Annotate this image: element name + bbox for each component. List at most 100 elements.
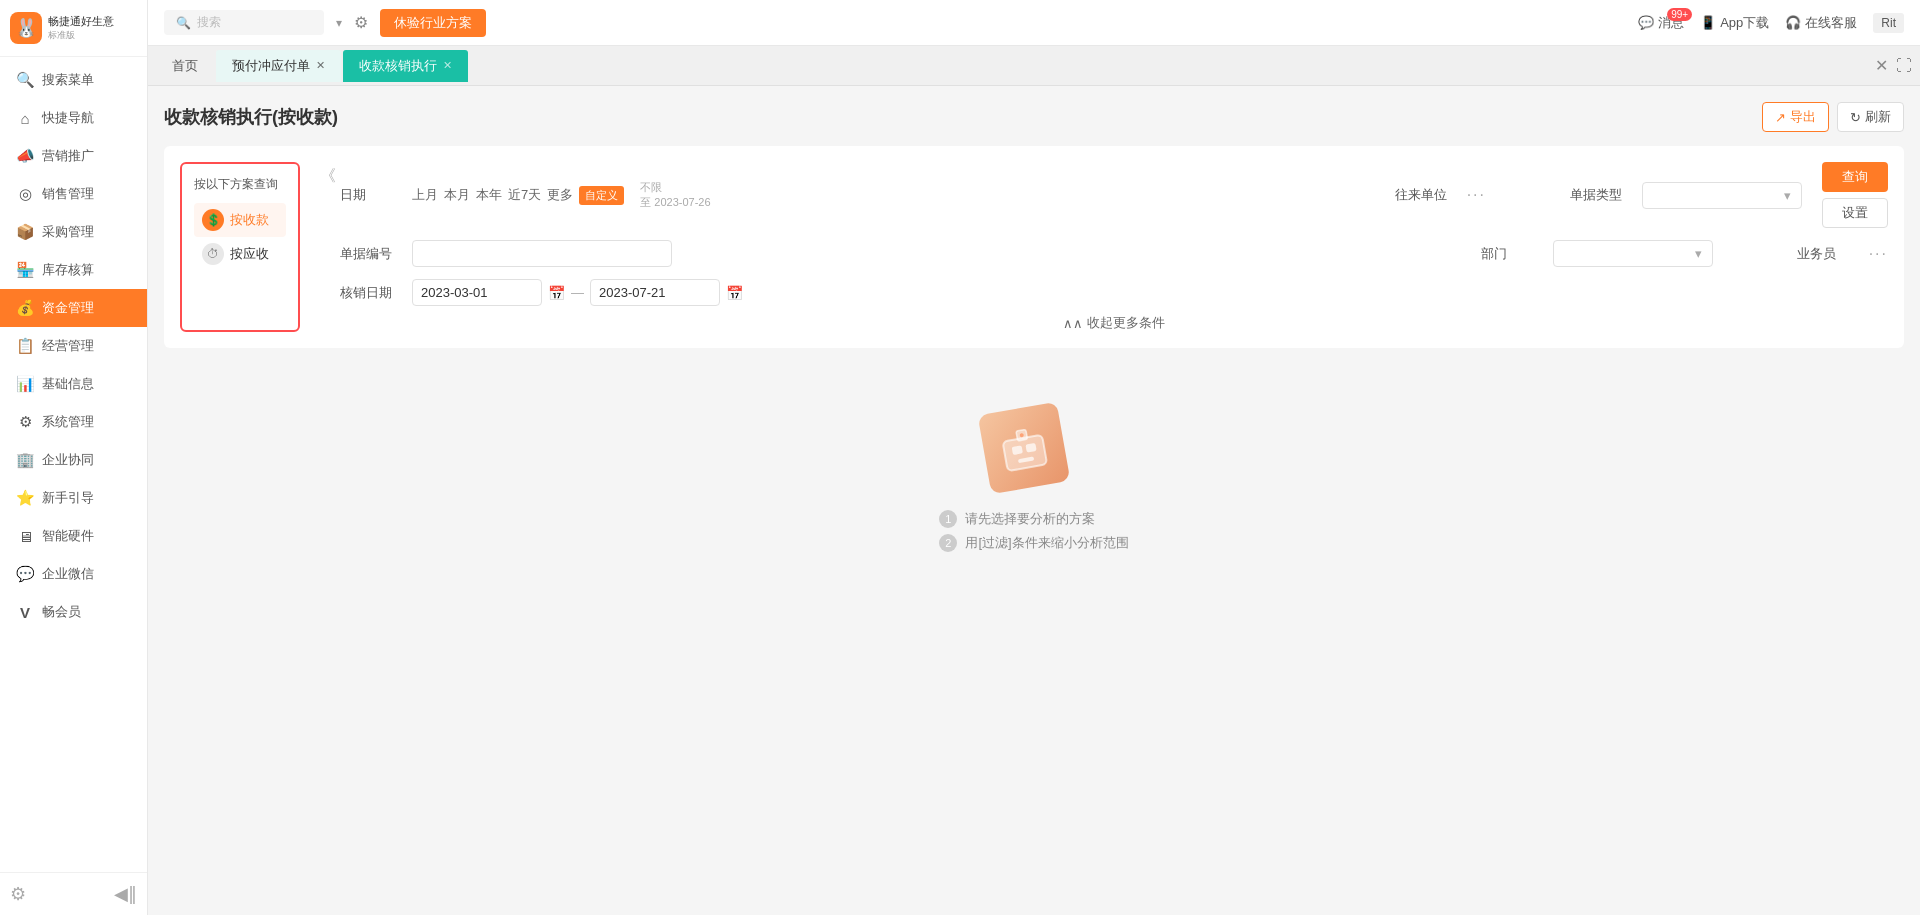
counterparty-label: 往来单位 bbox=[1395, 186, 1455, 204]
system-icon: ⚙ bbox=[16, 413, 34, 431]
user-badge[interactable]: Rit bbox=[1873, 13, 1904, 33]
service-btn[interactable]: 🎧 在线客服 bbox=[1785, 14, 1857, 32]
home-icon: ⌂ bbox=[16, 110, 34, 127]
counterparty-input[interactable]: ··· bbox=[1467, 186, 1486, 204]
date-custom[interactable]: 自定义 bbox=[579, 186, 624, 205]
marketing-icon: 📣 bbox=[16, 147, 34, 165]
dept-select[interactable]: ▾ bbox=[1553, 240, 1713, 267]
sidebar-item-system[interactable]: ⚙ 系统管理 bbox=[0, 403, 147, 441]
app-download-btn[interactable]: 📱 App下载 bbox=[1700, 14, 1769, 32]
verify-end-input[interactable] bbox=[590, 279, 720, 306]
search-box[interactable]: 🔍 搜索 bbox=[164, 10, 324, 35]
filter-method-title: 按以下方案查询 bbox=[194, 176, 286, 193]
receipt-icon: 💲 bbox=[202, 209, 224, 231]
filter-row-1: 日期 上月 本月 本年 近7天 更多 自定义 不限 至 2023-07-26 bbox=[340, 162, 1888, 228]
topbar-chevron-icon[interactable]: ▾ bbox=[336, 16, 342, 30]
filter-method-selector: 按以下方案查询 💲 按收款 ⏱ 按应收 bbox=[180, 162, 300, 332]
filter-collapse-btn[interactable]: 《 bbox=[316, 162, 340, 191]
staff-label: 业务员 bbox=[1797, 245, 1857, 263]
sidebar-item-member[interactable]: V 畅会员 bbox=[0, 593, 147, 631]
service-icon: 🎧 bbox=[1785, 15, 1801, 30]
tab-prepay-close[interactable]: ✕ bbox=[316, 59, 325, 72]
tab-prepay[interactable]: 预付冲应付单 ✕ bbox=[216, 50, 341, 82]
export-btn[interactable]: ↗ 导出 bbox=[1762, 102, 1829, 132]
query-btn[interactable]: 查询 bbox=[1822, 162, 1888, 192]
sidebar-item-purchase[interactable]: 📦 采购管理 bbox=[0, 213, 147, 251]
tabs-actions: ✕ ⛶ bbox=[1875, 56, 1912, 75]
logo-area: 🐰 畅捷通好生意 标准版 bbox=[0, 0, 147, 57]
inventory-icon: 🏪 bbox=[16, 261, 34, 279]
export-icon: ↗ bbox=[1775, 110, 1786, 125]
sales-icon: ◎ bbox=[16, 185, 34, 203]
tab-maximize-btn[interactable]: ⛶ bbox=[1896, 56, 1912, 75]
verify-start-input[interactable] bbox=[412, 279, 542, 306]
date-last-7days[interactable]: 近7天 bbox=[508, 186, 541, 204]
purchase-icon: 📦 bbox=[16, 223, 34, 241]
filter-row-2: 单据编号 部门 ▾ 业务员 ··· bbox=[340, 240, 1888, 267]
calendar-start-icon[interactable]: 📅 bbox=[548, 285, 565, 301]
sidebar-bottom: ⚙ ◀‖ bbox=[0, 872, 147, 915]
query-buttons: 查询 设置 bbox=[1822, 162, 1888, 228]
settings-bottom-icon[interactable]: ⚙ bbox=[10, 883, 26, 905]
staff-input[interactable]: ··· bbox=[1869, 245, 1888, 263]
sidebar-item-marketing[interactable]: 📣 营销推广 bbox=[0, 137, 147, 175]
topbar: 🔍 搜索 ▾ ⚙ 休验行业方案 💬 消息 99+ 📱 App下载 🎧 在线客服 … bbox=[148, 0, 1920, 46]
main-area: 🔍 搜索 ▾ ⚙ 休验行业方案 💬 消息 99+ 📱 App下载 🎧 在线客服 … bbox=[148, 0, 1920, 915]
sidebar-item-guide[interactable]: ⭐ 新手引导 bbox=[0, 479, 147, 517]
tab-close-window-btn[interactable]: ✕ bbox=[1875, 56, 1888, 75]
filter-rows: 日期 上月 本月 本年 近7天 更多 自定义 不限 至 2023-07-26 bbox=[340, 162, 1888, 306]
msg-btn[interactable]: 💬 消息 99+ bbox=[1638, 14, 1684, 32]
hardware-icon: 🖥 bbox=[16, 528, 34, 545]
date-label: 日期 bbox=[340, 186, 400, 204]
msg-icon: 💬 bbox=[1638, 15, 1654, 30]
topbar-gear-icon[interactable]: ⚙ bbox=[354, 13, 368, 32]
empty-hint-2: 2 用[过滤]条件来缩小分析范围 bbox=[939, 534, 1128, 552]
filter-by-receipt[interactable]: 💲 按收款 bbox=[194, 203, 286, 237]
collapse-more-btn[interactable]: ∧∧ 收起更多条件 bbox=[340, 306, 1888, 332]
doc-type-select[interactable]: ▾ bbox=[1642, 182, 1802, 209]
refresh-btn[interactable]: ↻ 刷新 bbox=[1837, 102, 1904, 132]
sidebar-item-basics[interactable]: 📊 基础信息 bbox=[0, 365, 147, 403]
empty-cube-icon bbox=[978, 402, 1071, 495]
enterprise-icon: 🏢 bbox=[16, 451, 34, 469]
sidebar-item-enterprise[interactable]: 🏢 企业协同 bbox=[0, 441, 147, 479]
sidebar-item-search[interactable]: 🔍 搜索菜单 bbox=[0, 61, 147, 99]
finance-icon: 💰 bbox=[16, 299, 34, 317]
industry-btn[interactable]: 休验行业方案 bbox=[380, 9, 486, 37]
calendar-end-icon[interactable]: 📅 bbox=[726, 285, 743, 301]
guide-icon: ⭐ bbox=[16, 489, 34, 507]
sidebar-item-sales[interactable]: ◎ 销售管理 bbox=[0, 175, 147, 213]
tab-receipt[interactable]: 收款核销执行 ✕ bbox=[343, 50, 468, 82]
date-more[interactable]: 更多 bbox=[547, 186, 573, 204]
date-this-month[interactable]: 本月 bbox=[444, 186, 470, 204]
dept-label: 部门 bbox=[1481, 245, 1541, 263]
date-shortcut-group: 上月 本月 本年 近7天 更多 自定义 bbox=[412, 186, 624, 205]
collapse-more-icon: ∧∧ bbox=[1063, 316, 1083, 331]
sidebar-item-wechat[interactable]: 💬 企业微信 bbox=[0, 555, 147, 593]
sidebar-item-hardware[interactable]: 🖥 智能硬件 bbox=[0, 517, 147, 555]
collapse-sidebar-icon[interactable]: ◀‖ bbox=[114, 883, 137, 905]
doc-no-input[interactable] bbox=[412, 240, 672, 267]
refresh-icon: ↻ bbox=[1850, 110, 1861, 125]
sidebar: 🐰 畅捷通好生意 标准版 🔍 搜索菜单 ⌂ 快捷导航 📣 营销推广 ◎ 销售管理… bbox=[0, 0, 148, 915]
filter-by-receivable[interactable]: ⏱ 按应收 bbox=[194, 237, 286, 271]
logo-icon: 🐰 bbox=[10, 12, 42, 44]
sidebar-item-finance[interactable]: 💰 资金管理 bbox=[0, 289, 147, 327]
date-last-month[interactable]: 上月 bbox=[412, 186, 438, 204]
content-area: 收款核销执行(按收款) ↗ 导出 ↻ 刷新 按以下方案查询 💲 按收款 bbox=[148, 86, 1920, 915]
setting-btn[interactable]: 设置 bbox=[1822, 198, 1888, 228]
sidebar-item-operations[interactable]: 📋 经营管理 bbox=[0, 327, 147, 365]
date-this-year[interactable]: 本年 bbox=[476, 186, 502, 204]
topbar-right: 💬 消息 99+ 📱 App下载 🎧 在线客服 Rit bbox=[1638, 13, 1904, 33]
operations-icon: 📋 bbox=[16, 337, 34, 355]
receivable-icon: ⏱ bbox=[202, 243, 224, 265]
filter-panel: 按以下方案查询 💲 按收款 ⏱ 按应收 《 日期 bbox=[164, 146, 1904, 348]
tab-receipt-close[interactable]: ✕ bbox=[443, 59, 452, 72]
hint-num-1: 1 bbox=[939, 510, 957, 528]
tab-home[interactable]: 首页 bbox=[156, 50, 214, 82]
search-icon-topbar: 🔍 bbox=[176, 16, 191, 30]
app-name: 畅捷通好生意 bbox=[48, 14, 114, 28]
sidebar-item-inventory[interactable]: 🏪 库存核算 bbox=[0, 251, 147, 289]
sidebar-item-quicknav[interactable]: ⌂ 快捷导航 bbox=[0, 99, 147, 137]
empty-hint-1: 1 请先选择要分析的方案 bbox=[939, 510, 1128, 528]
